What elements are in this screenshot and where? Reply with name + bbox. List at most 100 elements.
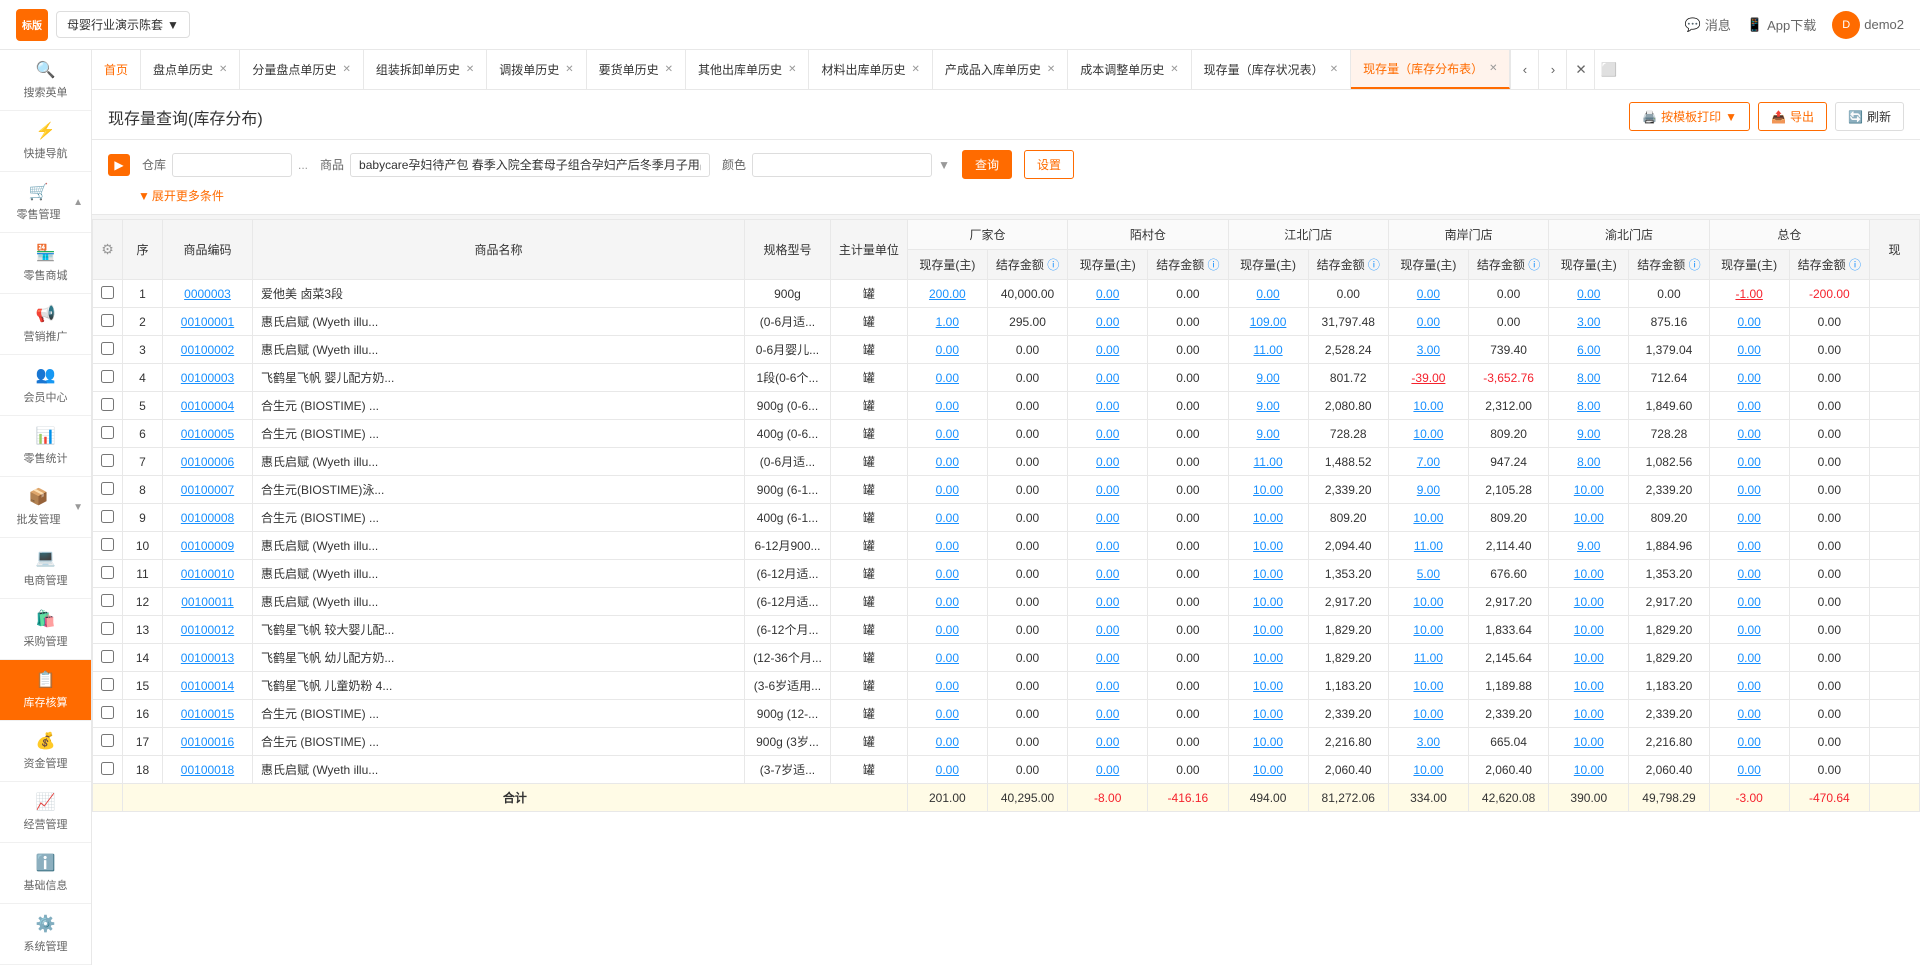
close-icon[interactable]: ✕ — [911, 64, 919, 75]
close-icon[interactable]: ✕ — [565, 64, 573, 75]
sidebar-item-finance[interactable]: 💰 资金管理 — [0, 721, 91, 782]
close-icon[interactable]: ✕ — [665, 64, 673, 75]
td-nanan-amt: 2,114.40 — [1468, 532, 1548, 560]
nav-prev-btn[interactable]: ‹ — [1510, 50, 1538, 90]
export-btn[interactable]: 📤 导出 — [1758, 102, 1827, 131]
print-btn[interactable]: 🖨️ 按模板打印 ▼ — [1629, 102, 1750, 131]
nav-maximize-btn[interactable]: ⬜ — [1594, 50, 1622, 90]
row-checkbox[interactable] — [101, 454, 114, 467]
sidebar-item-wholesale[interactable]: 📦 批发管理 ▼ — [0, 477, 91, 538]
td-checkbox[interactable] — [93, 364, 123, 392]
user-area[interactable]: D demo2 — [1832, 11, 1904, 39]
table-settings-icon[interactable]: ⚙ — [101, 241, 114, 257]
tab-stock1[interactable]: 现存量（库存状况表） ✕ — [1192, 50, 1351, 89]
td-checkbox[interactable] — [93, 532, 123, 560]
td-mocun-qty: 0.00 — [1068, 448, 1148, 476]
tab-assembly[interactable]: 组装拆卸单历史 ✕ — [364, 50, 487, 89]
close-icon[interactable]: ✕ — [1170, 64, 1178, 75]
tab-cost[interactable]: 成本调整单历史 ✕ — [1068, 50, 1191, 89]
sidebar-item-retail-mgmt[interactable]: 🛒 零售管理 ▲ — [0, 172, 91, 233]
td-checkbox[interactable] — [93, 504, 123, 532]
close-icon[interactable]: ✕ — [788, 64, 796, 75]
color-dropdown-icon[interactable]: ▼ — [938, 158, 950, 172]
row-checkbox[interactable] — [101, 706, 114, 719]
store-selector[interactable]: 母婴行业演示陈套 ▼ — [56, 11, 190, 38]
td-checkbox[interactable] — [93, 392, 123, 420]
sidebar-item-marketing[interactable]: 📢 营销推广 — [0, 294, 91, 355]
sidebar-item-operations[interactable]: 📈 经营管理 — [0, 782, 91, 843]
td-checkbox[interactable] — [93, 756, 123, 784]
tab-partial-inventory[interactable]: 分量盘点单历史 ✕ — [240, 50, 363, 89]
row-checkbox[interactable] — [101, 622, 114, 635]
warehouse-input[interactable] — [172, 153, 292, 177]
td-checkbox[interactable] — [93, 420, 123, 448]
sidebar-item-system[interactable]: ⚙️ 系统管理 — [0, 904, 91, 965]
tab-transfer[interactable]: 调拨单历史 ✕ — [487, 50, 586, 89]
sidebar-item-inventory[interactable]: 📋 库存核算 — [0, 660, 91, 721]
row-checkbox[interactable] — [101, 482, 114, 495]
tab-outbound[interactable]: 其他出库单历史 ✕ — [686, 50, 809, 89]
td-checkbox[interactable] — [93, 644, 123, 672]
expand-more-btn[interactable]: ▼ 展开更多条件 — [138, 187, 1904, 204]
th-settings[interactable]: ⚙ — [93, 220, 123, 280]
td-checkbox[interactable] — [93, 560, 123, 588]
table-container[interactable]: ⚙ 序 商品编码 商品名称 规格型号 主计量单位 厂家仓 陌村仓 江北门店 南岸… — [92, 219, 1920, 924]
messages-btn[interactable]: 💬 消息 — [1685, 15, 1731, 34]
tab-order[interactable]: 要货单历史 ✕ — [587, 50, 686, 89]
row-checkbox[interactable] — [101, 650, 114, 663]
row-checkbox[interactable] — [101, 566, 114, 579]
td-checkbox[interactable] — [93, 616, 123, 644]
row-checkbox[interactable] — [101, 538, 114, 551]
row-checkbox[interactable] — [101, 342, 114, 355]
app-download-btn[interactable]: 📱 App下载 — [1747, 15, 1816, 34]
close-icon[interactable]: ✕ — [1330, 64, 1338, 75]
sidebar-item-member[interactable]: 👥 会员中心 — [0, 355, 91, 416]
row-checkbox[interactable] — [101, 398, 114, 411]
td-checkbox[interactable] — [93, 280, 123, 308]
td-checkbox[interactable] — [93, 728, 123, 756]
row-checkbox[interactable] — [101, 426, 114, 439]
more-dots[interactable]: ... — [298, 158, 308, 172]
row-checkbox[interactable] — [101, 734, 114, 747]
td-checkbox[interactable] — [93, 448, 123, 476]
row-checkbox[interactable] — [101, 314, 114, 327]
row-checkbox[interactable] — [101, 510, 114, 523]
nav-next-btn[interactable]: › — [1538, 50, 1566, 90]
sidebar-item-nav[interactable]: ⚡ 快捷导航 — [0, 111, 91, 172]
sidebar-item-purchase[interactable]: 🛍️ 采购管理 — [0, 599, 91, 660]
color-input[interactable] — [752, 153, 932, 177]
row-checkbox[interactable] — [101, 762, 114, 775]
sidebar-item-retail-stats[interactable]: 📊 零售统计 — [0, 416, 91, 477]
query-btn[interactable]: 查询 — [962, 150, 1012, 179]
row-checkbox[interactable] — [101, 370, 114, 383]
td-checkbox[interactable] — [93, 700, 123, 728]
close-icon[interactable]: ✕ — [1489, 63, 1497, 74]
close-icon[interactable]: ✕ — [219, 64, 227, 75]
close-icon[interactable]: ✕ — [1047, 64, 1055, 75]
tab-finished[interactable]: 产成品入库单历史 ✕ — [933, 50, 1068, 89]
settings-btn[interactable]: 设置 — [1024, 150, 1074, 179]
row-checkbox[interactable] — [101, 594, 114, 607]
sidebar-item-basic[interactable]: ℹ️ 基础信息 — [0, 843, 91, 904]
tab-inventory-history[interactable]: 盘点单历史 ✕ — [141, 50, 240, 89]
sidebar-item-ecommerce[interactable]: 💻 电商管理 — [0, 538, 91, 599]
sidebar-item-mall[interactable]: 🏪 零售商城 — [0, 233, 91, 294]
td-checkbox[interactable] — [93, 308, 123, 336]
td-checkbox[interactable] — [93, 336, 123, 364]
refresh-btn[interactable]: 🔄 刷新 — [1835, 102, 1904, 131]
td-checkbox[interactable] — [93, 476, 123, 504]
filter-expand-arrow[interactable]: ▶ — [108, 154, 130, 176]
goods-input[interactable] — [350, 153, 710, 177]
td-checkbox[interactable] — [93, 672, 123, 700]
close-icon[interactable]: ✕ — [342, 64, 350, 75]
td-checkbox[interactable] — [93, 588, 123, 616]
nav-close-all-btn[interactable]: ✕ — [1566, 50, 1594, 90]
close-icon[interactable]: ✕ — [466, 64, 474, 75]
tab-home[interactable]: 首页 — [92, 50, 141, 89]
row-checkbox[interactable] — [101, 678, 114, 691]
tab-material[interactable]: 材料出库单历史 ✕ — [809, 50, 932, 89]
row-checkbox[interactable] — [101, 286, 114, 299]
td-nanan-qty: 0.00 — [1388, 280, 1468, 308]
sidebar-item-search[interactable]: 🔍 搜索英单 — [0, 50, 91, 111]
tab-stock2[interactable]: 现存量（库存分布表） ✕ — [1351, 50, 1510, 89]
